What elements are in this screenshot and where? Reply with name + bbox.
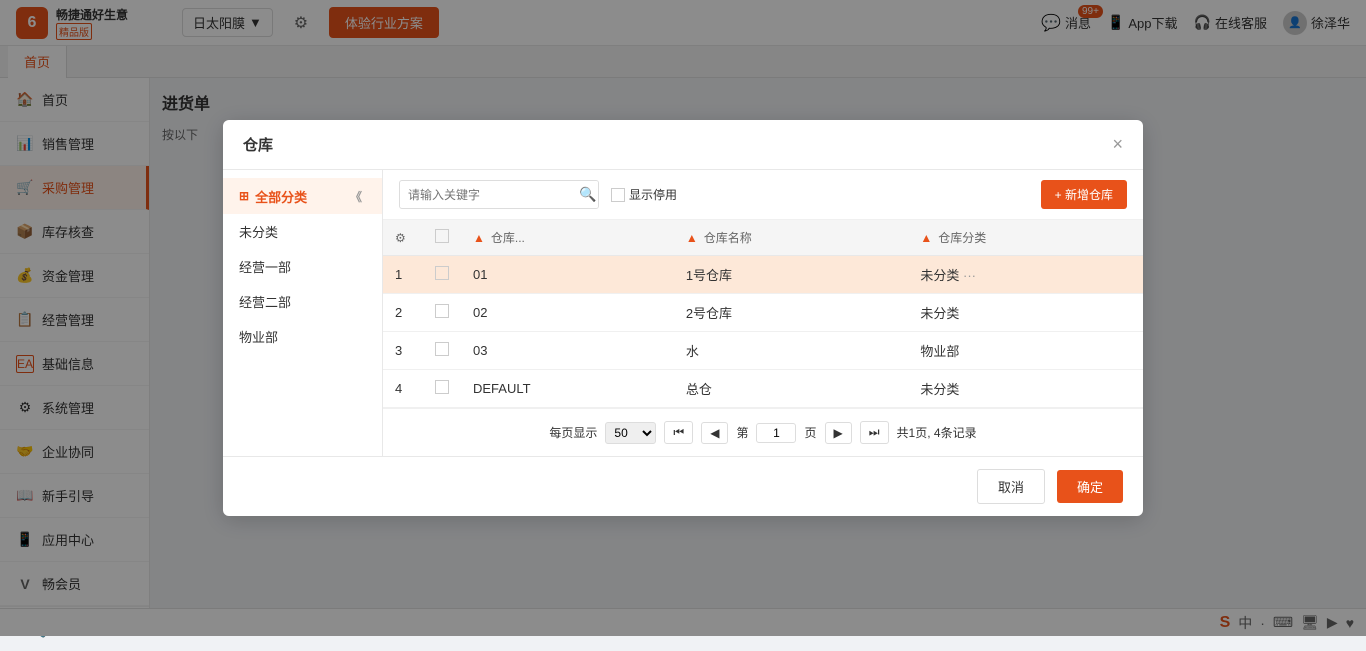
data-table: ⚙ ▲ 仓库... xyxy=(383,220,1143,408)
row-category: 未分类 xyxy=(908,370,1143,408)
collapse-button[interactable]: 《 xyxy=(346,186,366,206)
last-page-button[interactable]: ⏭ xyxy=(860,421,889,444)
modal-header: 仓库 × xyxy=(223,120,1143,170)
row-name: 1号仓库 xyxy=(674,256,909,294)
row-checkbox[interactable] xyxy=(423,370,461,408)
per-page-label: 每页显示 xyxy=(549,424,597,441)
first-page-button[interactable]: ⏮ xyxy=(664,421,693,444)
show-disabled-label[interactable]: 显示停用 xyxy=(611,186,677,203)
pagination: 每页显示 50 100 ⏮ ◀ 第 页 ▶ ⏭ 共1页, 4条记录 xyxy=(383,408,1143,456)
grid-icon: ⊞ xyxy=(239,189,249,203)
category-item-ops1[interactable]: 经营一部 xyxy=(223,249,382,284)
show-disabled-checkbox[interactable] xyxy=(611,188,625,202)
row-name: 水 xyxy=(674,332,909,370)
page-label: 第 xyxy=(736,424,748,441)
table-row[interactable]: 2 02 2号仓库 未分类 xyxy=(383,294,1143,332)
table-toolbar: 🔍 显示停用 + 新增仓库 xyxy=(383,170,1143,220)
modal-title: 仓库 xyxy=(243,134,273,155)
category-header-all[interactable]: ⊞ 全部分类 《 xyxy=(223,178,382,214)
row-code: 02 xyxy=(461,294,674,332)
modal-body: ⊞ 全部分类 《 未分类 经营一部 经营二部 物业部 🔍 xyxy=(223,170,1143,456)
category-item-ops2[interactable]: 经营二部 xyxy=(223,284,382,319)
row-code: 01 xyxy=(461,256,674,294)
search-button[interactable]: 🔍 xyxy=(571,181,599,208)
row-num: 2 xyxy=(383,294,423,332)
row-checkbox[interactable] xyxy=(423,332,461,370)
modal-footer: 取消 确定 xyxy=(223,456,1143,516)
th-name: ▲ 仓库名称 xyxy=(674,220,909,256)
search-input[interactable] xyxy=(400,183,571,207)
select-all-checkbox[interactable] xyxy=(435,229,449,243)
table-row[interactable]: 3 03 水 物业部 xyxy=(383,332,1143,370)
table-header: ⚙ ▲ 仓库... xyxy=(383,220,1143,256)
next-page-button[interactable]: ▶ xyxy=(825,422,852,444)
page-end-label: 页 xyxy=(804,424,816,441)
warehouse-table: ⚙ ▲ 仓库... xyxy=(383,220,1143,408)
th-checkbox xyxy=(423,220,461,256)
cancel-button[interactable]: 取消 xyxy=(977,469,1045,504)
row-name: 总仓 xyxy=(674,370,909,408)
row-category: 未分类 ··· xyxy=(908,256,1143,294)
row-code: DEFAULT xyxy=(461,370,674,408)
row-checkbox[interactable] xyxy=(423,294,461,332)
row-actions[interactable]: ··· xyxy=(963,268,976,283)
table-body: 1 01 1号仓库 未分类 ··· 2 02 2号仓库 未分类 3 03 水 物… xyxy=(383,256,1143,408)
category-item-property[interactable]: 物业部 xyxy=(223,319,382,354)
th-settings: ⚙ xyxy=(383,220,423,256)
row-code: 03 xyxy=(461,332,674,370)
search-box: 🔍 xyxy=(399,180,599,209)
category-item-unclassified[interactable]: 未分类 xyxy=(223,214,382,249)
modal-overlay: 仓库 × ⊞ 全部分类 《 未分类 经营一部 经营二部 物业部 xyxy=(0,0,1366,636)
row-num: 1 xyxy=(383,256,423,294)
row-category: 未分类 xyxy=(908,294,1143,332)
row-checkbox[interactable] xyxy=(423,256,461,294)
page-number-input[interactable] xyxy=(756,423,796,443)
row-name: 2号仓库 xyxy=(674,294,909,332)
category-panel: ⊞ 全部分类 《 未分类 经营一部 经营二部 物业部 xyxy=(223,170,383,456)
row-num: 4 xyxy=(383,370,423,408)
table-row[interactable]: 4 DEFAULT 总仓 未分类 xyxy=(383,370,1143,408)
add-warehouse-button[interactable]: + 新增仓库 xyxy=(1041,180,1127,209)
row-category: 物业部 xyxy=(908,332,1143,370)
total-info: 共1页, 4条记录 xyxy=(897,424,977,441)
row-num: 3 xyxy=(383,332,423,370)
prev-page-button[interactable]: ◀ xyxy=(701,422,728,444)
modal-close-button[interactable]: × xyxy=(1112,134,1123,155)
per-page-select[interactable]: 50 100 xyxy=(605,422,656,444)
th-category: ▲ 仓库分类 xyxy=(908,220,1143,256)
table-panel: 🔍 显示停用 + 新增仓库 ⚙ xyxy=(383,170,1143,456)
warehouse-modal: 仓库 × ⊞ 全部分类 《 未分类 经营一部 经营二部 物业部 xyxy=(223,120,1143,516)
th-code: ▲ 仓库... xyxy=(461,220,674,256)
confirm-button[interactable]: 确定 xyxy=(1057,470,1123,503)
settings-icon: ⚙ xyxy=(395,231,406,245)
table-row[interactable]: 1 01 1号仓库 未分类 ··· xyxy=(383,256,1143,294)
